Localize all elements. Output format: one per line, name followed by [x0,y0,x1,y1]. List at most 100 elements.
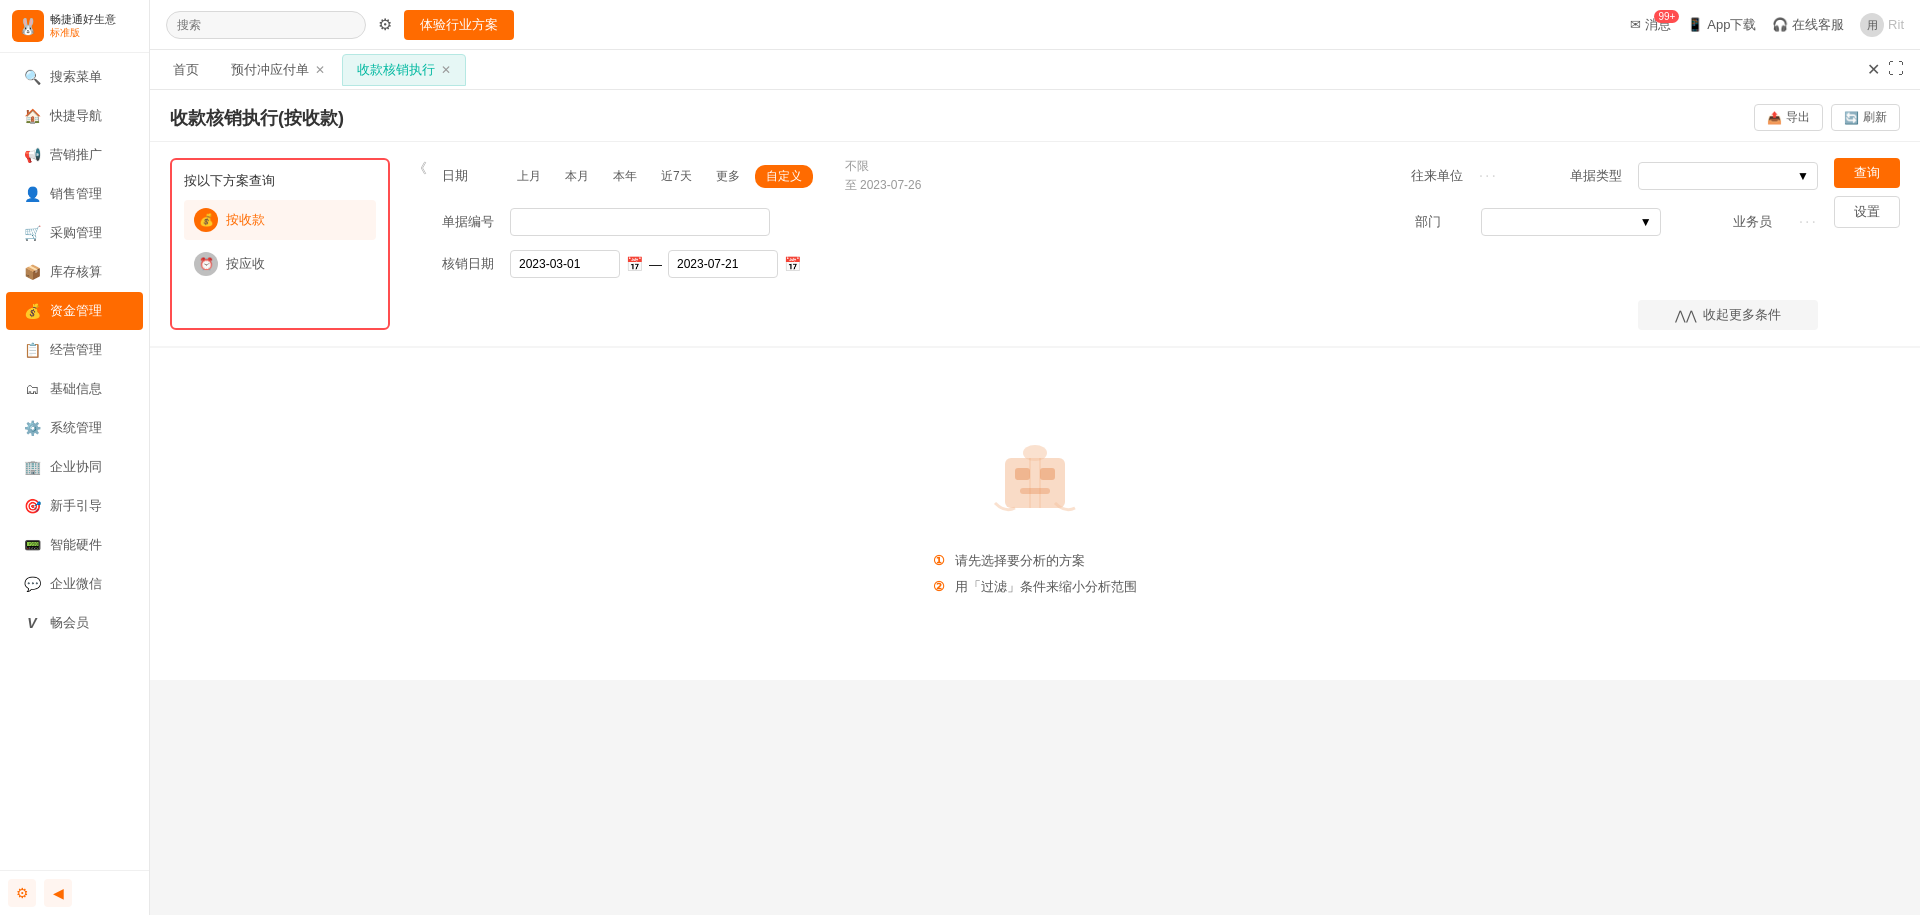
sidebar-item-quick[interactable]: 🏠 快捷导航 [6,97,143,135]
filter-scheme-title: 按以下方案查询 [184,172,376,190]
doc-type-label: 单据类型 [1570,167,1622,185]
tab-home[interactable]: 首页 [158,54,214,86]
gear-button[interactable]: ⚙ [378,15,392,34]
verify-date-end-input[interactable] [668,250,778,278]
industry-solution-btn[interactable]: 体验行业方案 [404,10,514,40]
date-filter-row: 日期 上月 本月 本年 近7天 更多 自定义 不限 至 [442,158,1818,194]
service-icon: 🎧 [1772,17,1788,32]
sidebar-item-basic[interactable]: 🗂 基础信息 [6,370,143,408]
date-quick-btns: 上月 本月 本年 近7天 更多 自定义 [508,165,813,188]
hardware-icon: 📟 [22,537,42,553]
counterpart-dots[interactable]: ··· [1479,167,1498,185]
sidebar-item-finance[interactable]: 💰 资金管理 [6,292,143,330]
query-btn[interactable]: 查询 [1834,158,1900,188]
wechat-icon: 💬 [22,576,42,592]
settings-footer-icon[interactable]: ⚙ [8,879,36,907]
sidebar-item-search[interactable]: 🔍 搜索菜单 [6,58,143,96]
logo-area: 🐰 畅捷通好生意 标准版 [0,0,149,53]
verify-date-label: 核销日期 [442,255,494,273]
online-service-btn[interactable]: 🎧 在线客服 [1772,16,1844,34]
collapse-more-btn[interactable]: ⋀⋀ 收起更多条件 [1638,300,1818,330]
tab-home-label: 首页 [173,61,199,79]
dept-chevron: ▼ [1640,215,1652,229]
receivable-option-icon: ⏰ [194,252,218,276]
export-btn[interactable]: 📤 导出 [1754,104,1823,131]
sidebar-item-marketing[interactable]: 📢 营销推广 [6,136,143,174]
refresh-btn[interactable]: 🔄 刷新 [1831,104,1900,131]
sidebar-item-hardware[interactable]: 📟 智能硬件 [6,526,143,564]
docno-input[interactable] [510,208,770,236]
message-btn[interactable]: ✉ 消息 99+ [1630,16,1671,34]
collapse-panel-btn[interactable]: 《 [410,158,430,330]
doc-type-select[interactable]: ▼ [1638,162,1818,190]
export-icon: 📤 [1767,111,1782,125]
enterprise-icon: 🏢 [22,459,42,475]
inventory-icon: 📦 [22,264,42,280]
logo-name: 畅捷通好生意 [50,12,116,26]
collapse-sidebar-btn[interactable]: ◀ [44,879,72,907]
more-date-btn[interactable]: 更多 [707,165,749,188]
receipt-option-label: 按收款 [226,211,265,229]
sidebar-item-purchase[interactable]: 🛒 采购管理 [6,214,143,252]
this-month-btn[interactable]: 本月 [556,165,598,188]
sidebar-item-wechat[interactable]: 💬 企业微信 [6,565,143,603]
dept-label: 部门 [1415,213,1465,231]
staff-dots[interactable]: ··· [1799,213,1818,231]
date-label: 日期 [442,167,492,185]
business-icon: 📋 [22,342,42,358]
user-avatar: 用 [1860,13,1884,37]
custom-date-tag[interactable]: 自定义 [755,165,813,188]
sidebar-item-guide[interactable]: 🎯 新手引导 [6,487,143,525]
search-input[interactable] [166,11,366,39]
start-calendar-icon[interactable]: 📅 [626,256,643,272]
sidebar-item-member[interactable]: V 畅会员 [6,604,143,642]
close-collection-tab[interactable]: ✕ [441,63,451,77]
message-icon: ✉ [1630,17,1641,32]
receivable-option-label: 按应收 [226,255,265,273]
no-limit-label: 不限 [845,158,922,175]
app-download-btn[interactable]: 📱 App下载 [1687,16,1756,34]
tab-prepay-label: 预付冲应付单 [231,61,309,79]
svg-rect-3 [1020,488,1050,494]
sidebar-item-inventory[interactable]: 📦 库存核算 [6,253,143,291]
finance-icon: 💰 [22,303,42,319]
sidebar-item-sales[interactable]: 👤 销售管理 [6,175,143,213]
dept-select[interactable]: ▼ [1481,208,1661,236]
close-window-btn[interactable]: ✕ [1867,60,1880,79]
empty-tip1: ① 请先选择要分析的方案 [933,548,1137,574]
end-calendar-icon[interactable]: 📅 [784,256,801,272]
verify-date-row: 核销日期 📅 — 📅 [442,250,1818,278]
sidebar-item-system[interactable]: ⚙️ 系统管理 [6,409,143,447]
tab-prepay[interactable]: 预付冲应付单 ✕ [216,54,340,86]
last-month-btn[interactable]: 上月 [508,165,550,188]
sidebar-item-business[interactable]: 📋 经营管理 [6,331,143,369]
collapse-up-icon: ⋀⋀ [1675,308,1697,323]
tab-collection[interactable]: 收款核销执行 ✕ [342,54,466,86]
sidebar-label-finance: 资金管理 [50,302,102,320]
sidebar-label-marketing: 营销推广 [50,146,102,164]
last-7days-btn[interactable]: 近7天 [652,165,701,188]
tab-action-area: ✕ ⛶ [1867,60,1912,79]
svg-rect-0 [1005,458,1065,508]
logo-icon: 🐰 [12,10,44,42]
this-year-btn[interactable]: 本年 [604,165,646,188]
verify-date-start-input[interactable] [510,250,620,278]
sidebar-item-enterprise[interactable]: 🏢 企业协同 [6,448,143,486]
settings-btn[interactable]: 设置 [1834,196,1900,228]
sidebar-label-basic: 基础信息 [50,380,102,398]
system-icon: ⚙️ [22,420,42,436]
sidebar-label-enterprise: 企业协同 [50,458,102,476]
maximize-btn[interactable]: ⛶ [1888,60,1904,79]
logo-text-block: 畅捷通好生意 标准版 [50,12,116,40]
sales-icon: 👤 [22,186,42,202]
guide-icon: 🎯 [22,498,42,514]
sidebar-label-quick: 快捷导航 [50,107,102,125]
tabbar: 首页 预付冲应付单 ✕ 收款核销执行 ✕ ✕ ⛶ [150,50,1920,90]
close-prepay-tab[interactable]: ✕ [315,63,325,77]
topbar: ⚙ 体验行业方案 ✉ 消息 99+ 📱 App下载 🎧 在线客服 用 Rit [150,0,1920,50]
sidebar-label-purchase: 采购管理 [50,224,102,242]
sidebar-label-system: 系统管理 [50,419,102,437]
filter-option-receipt[interactable]: 💰 按收款 [184,200,376,240]
collapse-more-label: 收起更多条件 [1703,306,1781,324]
filter-option-receivable[interactable]: ⏰ 按应收 [184,244,376,284]
